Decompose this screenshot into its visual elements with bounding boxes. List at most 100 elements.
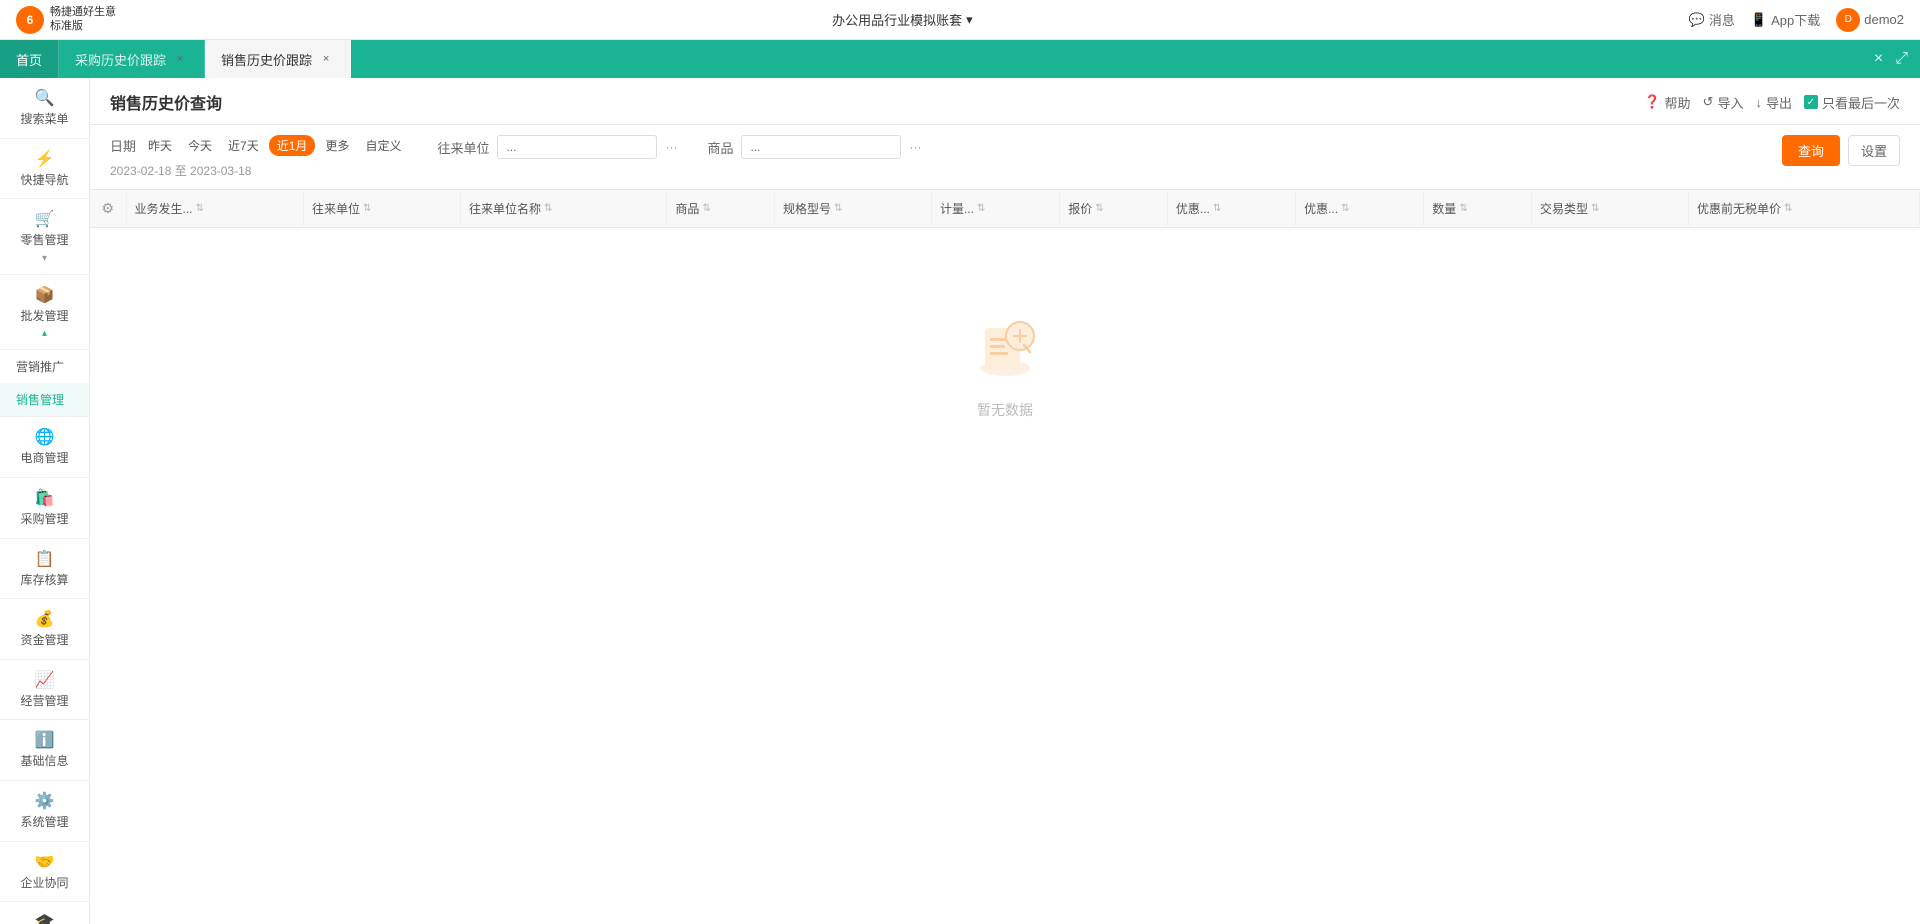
settings-button[interactable]: 设置 (1848, 135, 1900, 166)
logo-area[interactable]: 6 畅捷通好生意 标准版 (16, 6, 116, 34)
goods-input[interactable] (741, 135, 901, 159)
th-pre-tax[interactable]: 优惠前无税单价 ⇅ (1688, 190, 1919, 228)
sort-icon: ⇅ (196, 203, 204, 214)
partner-input-dots[interactable]: ··· (665, 140, 677, 154)
partner-input[interactable] (497, 135, 657, 159)
th-discount2[interactable]: 优惠... ⇅ (1296, 190, 1424, 228)
sidebar-item-marketing[interactable]: 营销推广 (0, 350, 89, 383)
sidebar-group-wholesale: 📦 批发管理 ▴ 营销推广 销售管理 (0, 275, 89, 418)
filter-partner-group: 往来单位 ··· (437, 135, 677, 159)
empty-icon (965, 308, 1045, 388)
empty-text: 暂无数据 (977, 400, 1033, 420)
table-header-row: ⚙ 业务发生... ⇅ 往来单位 ⇅ (90, 190, 1920, 228)
message-btn[interactable]: 💬 消息 (1689, 10, 1735, 29)
export-icon: ↓ (1755, 95, 1762, 110)
tab-purchase-history[interactable]: 采购历史价跟踪 × (59, 40, 205, 78)
tab-bar: 首页 采购历史价跟踪 × 销售历史价跟踪 × × ⤢ (0, 40, 1920, 78)
last-only-checkbox-group[interactable]: ✓ 只看最后一次 (1804, 93, 1900, 112)
th-biz-date[interactable]: 业务发生... ⇅ (126, 190, 304, 228)
table-header: ⚙ 业务发生... ⇅ 往来单位 ⇅ (90, 190, 1920, 228)
logo-icon: 6 (16, 6, 44, 34)
sidebar-item-purchase-mgmt[interactable]: 🛍️ 采购管理 (0, 478, 89, 539)
th-qty[interactable]: 数量 ⇅ (1424, 190, 1532, 228)
top-bar: 6 畅捷通好生意 标准版 办公用品行业模拟账套 ▾ 💬 消息 📱 App下载 D… (0, 0, 1920, 40)
app-download-btn[interactable]: 📱 App下载 (1751, 10, 1820, 29)
import-btn[interactable]: ↺ 导入 (1703, 93, 1744, 112)
gear-icon: ⚙️ (35, 791, 55, 811)
sidebar: 🔍 搜索菜单 ⚡ 快捷导航 🛒 零售管理 ▾ 📦 批发管理 ▴ 营销推广 销售管… (0, 78, 90, 924)
sidebar-item-quick-nav[interactable]: ⚡ 快捷导航 (0, 139, 89, 200)
th-partner-code[interactable]: 往来单位 ⇅ (304, 190, 461, 228)
close-window-btn[interactable]: × (1874, 50, 1883, 68)
sidebar-item-retail-mgmt[interactable]: 🛒 零售管理 ▾ (0, 199, 89, 275)
sidebar-item-enterprise[interactable]: 🤝 企业协同 (0, 842, 89, 903)
sidebar-item-ops-mgmt[interactable]: 📈 经营管理 (0, 660, 89, 721)
filter-actions: 查询 设置 (1782, 135, 1900, 166)
th-spec[interactable]: 规格型号 ⇅ (774, 190, 931, 228)
search-icon: 🔍 (35, 88, 55, 108)
export-btn[interactable]: ↓ 导出 (1755, 93, 1792, 112)
th-gear[interactable]: ⚙ (90, 190, 126, 228)
import-icon: ↺ (1703, 94, 1714, 110)
date-opt-custom[interactable]: 自定义 (359, 135, 407, 156)
user-menu[interactable]: D demo2 (1836, 8, 1904, 32)
th-unit[interactable]: 计量... ⇅ (931, 190, 1059, 228)
sidebar-item-sales-mgmt[interactable]: 销售管理 (0, 383, 89, 416)
page-header-actions: ❓ 帮助 ↺ 导入 ↓ 导出 ✓ 只看最后一次 (1644, 93, 1900, 112)
chart-icon: 📈 (35, 670, 55, 690)
clipboard-icon: 📋 (35, 549, 55, 569)
chevron-up-icon: ▴ (42, 328, 47, 339)
sort-icon: ⇅ (977, 203, 985, 214)
sidebar-item-ecom-mgmt[interactable]: 🌐 电商管理 (0, 417, 89, 478)
table-container: ⚙ 业务发生... ⇅ 往来单位 ⇅ (90, 190, 1920, 924)
sort-icon: ⇅ (1341, 203, 1349, 214)
tab-bar-actions: × ⤢ (1862, 40, 1920, 78)
top-bar-left: 6 畅捷通好生意 标准版 (16, 6, 116, 34)
sidebar-item-inventory[interactable]: 📋 库存核算 (0, 539, 89, 600)
filter-goods-group: 商品 ··· (707, 135, 921, 159)
sidebar-item-guide[interactable]: 🎓 新手引导 (0, 902, 89, 924)
sidebar-item-wholesale-mgmt[interactable]: 📦 批发管理 ▴ (0, 275, 89, 351)
sort-icon: ⇅ (1784, 203, 1792, 214)
nav-dropdown[interactable]: 办公用品行业模拟账套 ▾ (832, 10, 973, 29)
help-btn[interactable]: ❓ 帮助 (1644, 93, 1690, 112)
th-partner-name[interactable]: 往来单位名称 ⇅ (461, 190, 667, 228)
filter-date-group: 日期 昨天 今天 近7天 近1月 更多 自定义 2023-02-18 至 202… (110, 135, 407, 179)
guide-icon: 🎓 (35, 912, 55, 924)
page-title: 销售历史价查询 (110, 90, 222, 114)
goods-input-dots[interactable]: ··· (909, 140, 921, 154)
table-settings-icon[interactable]: ⚙ (101, 200, 114, 216)
handshake-icon: 🤝 (35, 852, 55, 872)
query-button[interactable]: 查询 (1782, 135, 1840, 166)
date-range-display: 2023-02-18 至 2023-03-18 (110, 162, 407, 179)
data-table: ⚙ 业务发生... ⇅ 往来单位 ⇅ (90, 190, 1920, 228)
th-trade-type[interactable]: 交易类型 ⇅ (1531, 190, 1688, 228)
sort-icon: ⇅ (1095, 203, 1103, 214)
date-opt-today[interactable]: 今天 (182, 135, 218, 156)
sort-icon: ⇅ (1591, 203, 1599, 214)
tab-purchase-history-close[interactable]: × (172, 51, 188, 67)
empty-state: 暂无数据 (90, 228, 1920, 500)
top-bar-right: 💬 消息 📱 App下载 D demo2 (1689, 8, 1904, 32)
message-icon: 💬 (1689, 12, 1705, 28)
help-icon: ❓ (1644, 94, 1660, 110)
date-opt-last1m[interactable]: 近1月 (269, 135, 316, 156)
sidebar-item-sys-mgmt[interactable]: ⚙️ 系统管理 (0, 781, 89, 842)
sidebar-item-basic-info[interactable]: ℹ️ 基础信息 (0, 720, 89, 781)
date-opt-last7[interactable]: 近7天 (222, 135, 265, 156)
fullscreen-btn[interactable]: ⤢ (1895, 50, 1908, 68)
page-title-row: 销售历史价查询 ❓ 帮助 ↺ 导入 ↓ 导出 ✓ (110, 90, 1900, 124)
date-opt-yesterday[interactable]: 昨天 (142, 135, 178, 156)
tab-sales-history[interactable]: 销售历史价跟踪 × (205, 40, 351, 78)
last-only-checkbox[interactable]: ✓ (1804, 95, 1818, 109)
sort-icon: ⇅ (1213, 203, 1221, 214)
top-bar-center: 办公用品行业模拟账套 ▾ (832, 10, 973, 29)
sidebar-item-finance[interactable]: 💰 资金管理 (0, 599, 89, 660)
tab-sales-history-close[interactable]: × (318, 51, 334, 67)
th-quote[interactable]: 报价 ⇅ (1060, 190, 1168, 228)
th-discount1[interactable]: 优惠... ⇅ (1167, 190, 1295, 228)
sidebar-item-search-menu[interactable]: 🔍 搜索菜单 (0, 78, 89, 139)
tab-home[interactable]: 首页 (0, 40, 59, 78)
th-goods[interactable]: 商品 ⇅ (667, 190, 775, 228)
date-opt-more[interactable]: 更多 (319, 135, 355, 156)
